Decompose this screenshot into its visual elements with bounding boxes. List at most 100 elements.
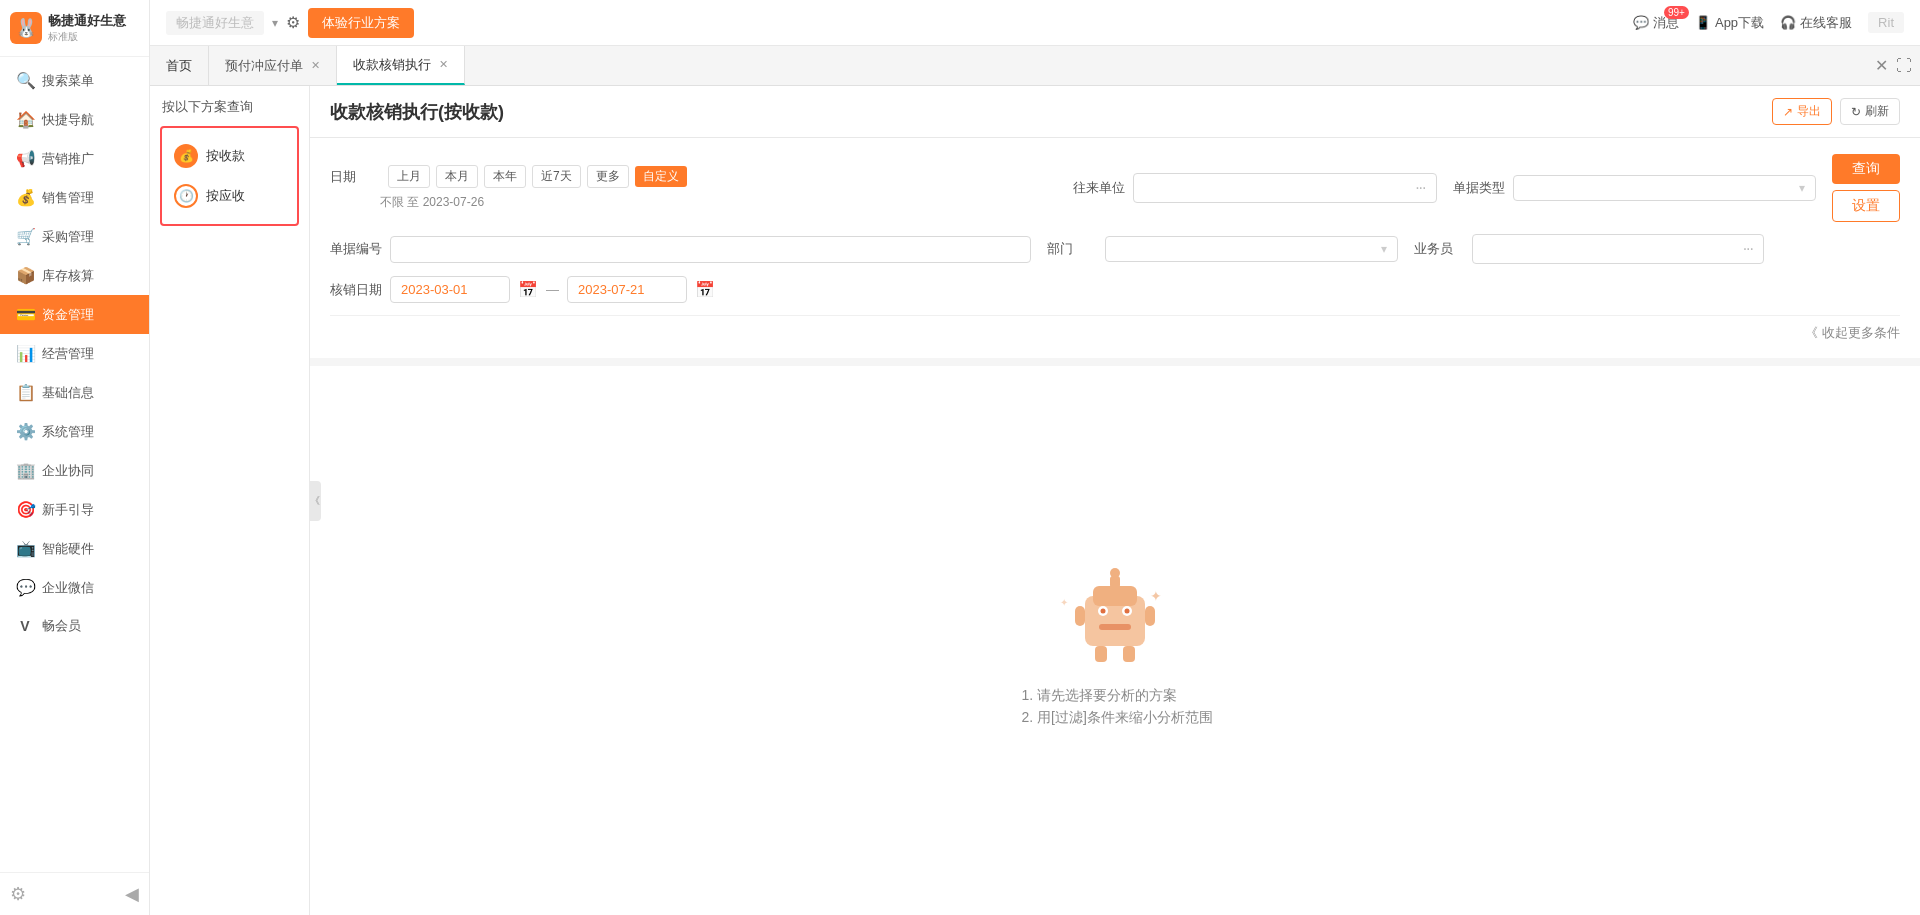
export-btn[interactable]: ↗ 导出 [1772, 98, 1832, 125]
tab-expand-icon[interactable]: ⛶ [1896, 57, 1912, 75]
sidebar-item-basic-info[interactable]: 📋 基础信息 [0, 373, 149, 412]
tab-prepay[interactable]: 预付冲应付单 ✕ [209, 46, 337, 85]
sidebar-item-label: 畅会员 [42, 617, 81, 635]
voucher-type-input[interactable]: ▾ [1513, 175, 1817, 201]
tab-receipt-writeoff-close-icon[interactable]: ✕ [439, 58, 448, 71]
date-option-custom[interactable]: 自定义 [635, 166, 687, 187]
collapse-icon[interactable]: ◀ [125, 883, 139, 905]
sidebar-item-label: 搜索菜单 [42, 72, 94, 90]
export-icon: ↗ [1783, 105, 1793, 119]
date-option-7-days[interactable]: 近7天 [532, 165, 581, 188]
tab-home[interactable]: 首页 [150, 46, 209, 85]
sidebar-item-label: 智能硬件 [42, 540, 94, 558]
form-group-counterparty: 往来单位 ··· [1073, 173, 1437, 203]
quick-nav-icon: 🏠 [16, 110, 34, 129]
writeoff-date-start-calendar-icon[interactable]: 📅 [518, 280, 538, 299]
form-group-staff: 业务员 ··· [1414, 234, 1765, 264]
sidebar-item-marketing[interactable]: 📢 营销推广 [0, 139, 149, 178]
topbar-service[interactable]: 🎧 在线客服 [1780, 14, 1852, 32]
filter-options: 💰 按收款 🕐 按应收 [160, 126, 299, 226]
sidebar-item-member[interactable]: V 畅会员 [0, 607, 149, 645]
department-chevron-icon: ▾ [1381, 242, 1387, 256]
filter-option-by-receipt[interactable]: 💰 按收款 [162, 136, 297, 176]
sidebar-item-sales[interactable]: 💰 销售管理 [0, 178, 149, 217]
date-option-this-month[interactable]: 本月 [436, 165, 478, 188]
topbar-gear-icon[interactable]: ⚙ [286, 13, 300, 32]
collapse-more-btn[interactable]: 《 收起更多条件 [330, 316, 1900, 342]
sidebar-item-label: 企业微信 [42, 579, 94, 597]
sidebar-item-label: 企业协同 [42, 462, 94, 480]
sidebar-logo: 🐰 畅捷通好生意 标准版 [0, 0, 149, 57]
logo-sub: 标准版 [48, 30, 126, 43]
sidebar: 🐰 畅捷通好生意 标准版 🔍 搜索菜单 🏠 快捷导航 📢 营销推广 💰 销售管理… [0, 0, 150, 915]
date-range-text: 不限 至 2023-07-26 [380, 194, 484, 211]
topbar-left: 畅捷通好生意 ▾ ⚙ 体验行业方案 [166, 8, 1617, 38]
form-group-date: 日期 上月 本月 本年 近7天 更多 自定义 不限 至 2023-0 [330, 165, 1057, 211]
empty-illustration: ✦ ✦ [1055, 551, 1175, 671]
staff-more-icon[interactable]: ··· [1743, 240, 1753, 258]
tab-receipt-writeoff[interactable]: 收款核销执行 ✕ [337, 46, 465, 85]
voucher-no-input[interactable] [390, 236, 1031, 263]
filter-option-by-receivable[interactable]: 🕐 按应收 [162, 176, 297, 216]
filter-title: 按以下方案查询 [150, 98, 309, 126]
form-group-department: 部门 ▾ [1047, 236, 1398, 262]
query-btn[interactable]: 查询 [1832, 154, 1900, 184]
department-input[interactable]: ▾ [1105, 236, 1398, 262]
wechat-icon: 💬 [16, 578, 34, 597]
tab-close-all-icon[interactable]: ✕ [1875, 56, 1888, 75]
date-option-last-month[interactable]: 上月 [388, 165, 430, 188]
sidebar-item-label: 基础信息 [42, 384, 94, 402]
system-icon: ⚙️ [16, 422, 34, 441]
app-icon: 📱 [1695, 15, 1711, 30]
refresh-btn[interactable]: ↻ 刷新 [1840, 98, 1900, 125]
counterparty-more-icon[interactable]: ··· [1415, 179, 1425, 197]
topbar-chevron-icon[interactable]: ▾ [272, 16, 278, 30]
industry-btn[interactable]: 体验行业方案 [308, 8, 414, 38]
sidebar-item-purchase[interactable]: 🛒 采购管理 [0, 217, 149, 256]
sidebar-item-business[interactable]: 📊 经营管理 [0, 334, 149, 373]
writeoff-date-end-input[interactable]: 2023-07-21 [567, 276, 687, 303]
service-icon: 🎧 [1780, 15, 1796, 30]
empty-text: 请先选择要分析的方案 用[过滤]条件来缩小分析范围 [1017, 687, 1213, 731]
topbar-app-download[interactable]: 📱 App下载 [1695, 14, 1764, 32]
topbar-message[interactable]: 💬 消息 99+ [1633, 14, 1679, 32]
sidebar-item-label: 采购管理 [42, 228, 94, 246]
date-option-more[interactable]: 更多 [587, 165, 629, 188]
form-row-2: 单据编号 部门 ▾ 业务员 ··· [330, 234, 1900, 264]
basic-info-icon: 📋 [16, 383, 34, 402]
sidebar-item-guide[interactable]: 🎯 新手引导 [0, 490, 149, 529]
staff-label: 业务员 [1414, 240, 1464, 258]
sidebar-item-search-menu[interactable]: 🔍 搜索菜单 [0, 61, 149, 100]
main-content: 收款核销执行(按收款) ↗ 导出 ↻ 刷新 [310, 86, 1920, 915]
settings-btn[interactable]: 设置 [1832, 190, 1900, 222]
hardware-icon: 📺 [16, 539, 34, 558]
sidebar-item-hardware[interactable]: 📺 智能硬件 [0, 529, 149, 568]
tab-prepay-close-icon[interactable]: ✕ [311, 59, 320, 72]
form-group-voucher-type: 单据类型 ▾ [1453, 175, 1817, 201]
filter-collapse-btn[interactable]: 《 [309, 481, 321, 521]
sidebar-item-enterprise[interactable]: 🏢 企业协同 [0, 451, 149, 490]
settings-icon[interactable]: ⚙ [10, 883, 26, 905]
sidebar-item-label: 资金管理 [42, 306, 94, 324]
marketing-icon: 📢 [16, 149, 34, 168]
sidebar-item-finance[interactable]: 💳 资金管理 [0, 295, 149, 334]
page-header: 收款核销执行(按收款) ↗ 导出 ↻ 刷新 [310, 86, 1920, 138]
topbar-user: Rit [1868, 12, 1904, 33]
enterprise-icon: 🏢 [16, 461, 34, 480]
sidebar-item-wechat[interactable]: 💬 企业微信 [0, 568, 149, 607]
writeoff-date-start-input[interactable]: 2023-03-01 [390, 276, 510, 303]
topbar-brand: 畅捷通好生意 [166, 11, 264, 35]
search-form: 日期 上月 本月 本年 近7天 更多 自定义 不限 至 2023-0 [310, 138, 1920, 358]
sidebar-item-label: 系统管理 [42, 423, 94, 441]
writeoff-date-end-calendar-icon[interactable]: 📅 [695, 280, 715, 299]
counterparty-input[interactable]: ··· [1133, 173, 1437, 203]
empty-state: ✦ ✦ 请先选择要分析的方案 用[过滤]条件来缩小分析范围 [310, 366, 1920, 915]
voucher-type-label: 单据类型 [1453, 179, 1505, 197]
voucher-type-chevron-icon: ▾ [1799, 181, 1805, 195]
main-area: 畅捷通好生意 ▾ ⚙ 体验行业方案 💬 消息 99+ 📱 App下载 🎧 在线客… [150, 0, 1920, 915]
sidebar-item-system[interactable]: ⚙️ 系统管理 [0, 412, 149, 451]
date-option-this-year[interactable]: 本年 [484, 165, 526, 188]
sidebar-item-inventory[interactable]: 📦 库存核算 [0, 256, 149, 295]
sidebar-item-quick-nav[interactable]: 🏠 快捷导航 [0, 100, 149, 139]
staff-input[interactable]: ··· [1472, 234, 1765, 264]
